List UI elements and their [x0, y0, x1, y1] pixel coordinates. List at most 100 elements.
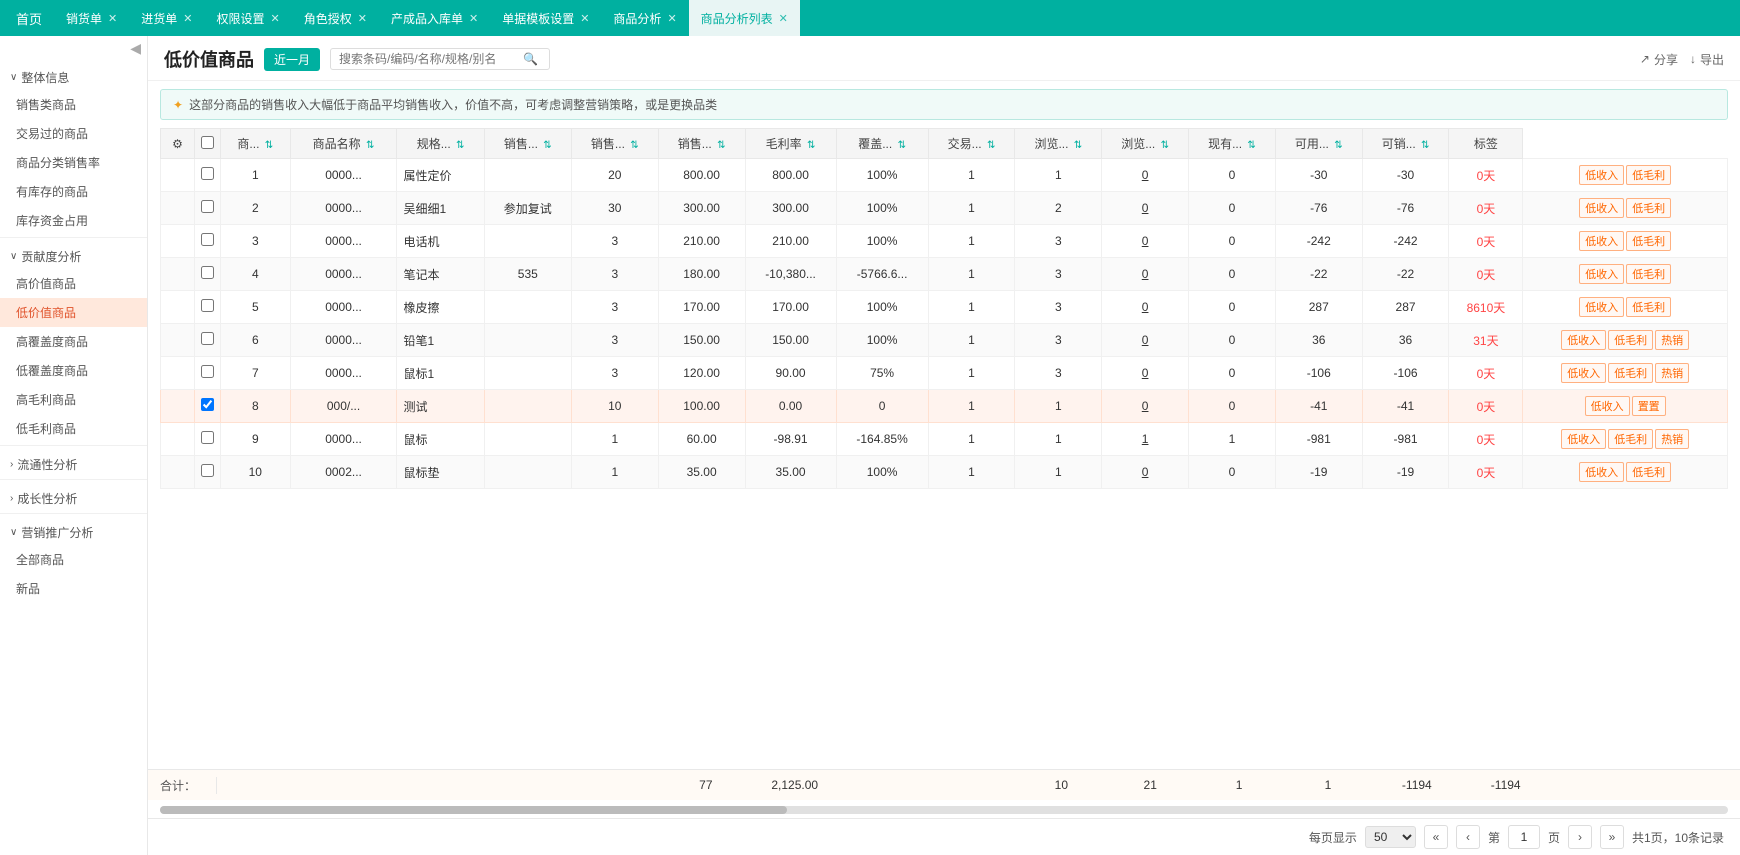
last-page-btn[interactable]: »	[1600, 825, 1624, 849]
view1-link[interactable]: 0	[1142, 201, 1149, 215]
sidebar-collapse-btn[interactable]: ◀	[130, 40, 141, 56]
col-name[interactable]: 商品名称 ⇅	[290, 129, 397, 159]
nav-role-close[interactable]: ✕	[358, 12, 367, 25]
sidebar-item-stock-capital[interactable]: 库存资金占用	[0, 206, 147, 235]
first-page-btn[interactable]: «	[1424, 825, 1448, 849]
share-button[interactable]: ↗ 分享	[1640, 51, 1678, 68]
nav-home[interactable]: 首页	[4, 0, 54, 36]
cell-checkbox[interactable]	[194, 225, 220, 258]
row-checkbox[interactable]	[201, 332, 214, 345]
nav-stock-in[interactable]: 产成品入库单 ✕	[379, 0, 490, 36]
col-sellable[interactable]: 可销... ⇅	[1362, 129, 1449, 159]
sidebar-item-category-rate[interactable]: 商品分类销售率	[0, 148, 147, 177]
horizontal-scrollbar[interactable]	[160, 806, 1728, 814]
view1-link[interactable]: 1	[1142, 432, 1149, 446]
cell-checkbox[interactable]	[194, 324, 220, 357]
cell-checkbox[interactable]	[194, 423, 220, 456]
col-coverage[interactable]: 覆盖... ⇅	[836, 129, 928, 159]
view1-link[interactable]: 0	[1142, 399, 1149, 413]
select-all-checkbox[interactable]	[201, 136, 214, 149]
nav-template-close[interactable]: ✕	[580, 12, 589, 25]
view1-link[interactable]: 0	[1142, 366, 1149, 380]
prev-page-btn[interactable]: ‹	[1456, 825, 1480, 849]
view1-link[interactable]: 0	[1142, 234, 1149, 248]
nav-purchase-close[interactable]: ✕	[183, 12, 192, 25]
col-spec[interactable]: 规格... ⇅	[397, 129, 484, 159]
view1-link[interactable]: 0	[1142, 465, 1149, 479]
sidebar-item-all-goods[interactable]: 全部商品	[0, 545, 147, 574]
cell-view1[interactable]: 0	[1102, 225, 1189, 258]
row-checkbox[interactable]	[201, 200, 214, 213]
row-checkbox[interactable]	[201, 464, 214, 477]
nav-analysis-close[interactable]: ✕	[667, 12, 676, 25]
col-profit[interactable]: 销售... ⇅	[658, 129, 745, 159]
cell-view1[interactable]: 0	[1102, 324, 1189, 357]
nav-permission[interactable]: 权限设置 ✕	[204, 0, 291, 36]
row-checkbox[interactable]	[201, 299, 214, 312]
nav-analysis-list-close[interactable]: ✕	[779, 12, 788, 25]
view1-link[interactable]: 0	[1142, 300, 1149, 314]
search-icon[interactable]: 🔍	[523, 52, 538, 66]
next-page-btn[interactable]: ›	[1568, 825, 1592, 849]
cell-checkbox[interactable]	[194, 390, 220, 423]
row-checkbox[interactable]	[201, 233, 214, 246]
sidebar-section-growth[interactable]: › 成长性分析	[0, 482, 147, 511]
col-trade[interactable]: 交易... ⇅	[928, 129, 1015, 159]
export-button[interactable]: ↓ 导出	[1690, 51, 1724, 68]
sidebar-item-sales-goods[interactable]: 销售类商品	[0, 90, 147, 119]
nav-purchase[interactable]: 进货单 ✕	[129, 0, 204, 36]
nav-analysis[interactable]: 商品分析 ✕	[601, 0, 688, 36]
cell-checkbox[interactable]	[194, 192, 220, 225]
nav-sale-close[interactable]: ✕	[108, 12, 117, 25]
cell-view1[interactable]: 0	[1102, 258, 1189, 291]
nav-permission-close[interactable]: ✕	[271, 12, 280, 25]
row-checkbox[interactable]	[201, 398, 214, 411]
sidebar-item-in-stock[interactable]: 有库存的商品	[0, 177, 147, 206]
cell-view1[interactable]: 0	[1102, 291, 1189, 324]
nav-analysis-list[interactable]: 商品分析列表 ✕	[689, 0, 800, 36]
sidebar-section-flow[interactable]: › 流通性分析	[0, 448, 147, 477]
view1-link[interactable]: 0	[1142, 267, 1149, 281]
col-code[interactable]: 商... ⇅	[220, 129, 290, 159]
col-amount[interactable]: 销售... ⇅	[571, 129, 658, 159]
col-qty[interactable]: 销售... ⇅	[484, 129, 571, 159]
view1-link[interactable]: 0	[1142, 333, 1149, 347]
sidebar-item-traded-goods[interactable]: 交易过的商品	[0, 119, 147, 148]
cell-view1[interactable]: 0	[1102, 357, 1189, 390]
col-margin[interactable]: 毛利率 ⇅	[745, 129, 836, 159]
nav-sale[interactable]: 销货单 ✕	[54, 0, 129, 36]
cell-checkbox[interactable]	[194, 357, 220, 390]
row-checkbox[interactable]	[201, 365, 214, 378]
current-page-input[interactable]	[1508, 825, 1540, 849]
sidebar-item-high-value[interactable]: 高价值商品	[0, 269, 147, 298]
page-size-select[interactable]: 50 100 200	[1365, 826, 1416, 848]
cell-checkbox[interactable]	[194, 258, 220, 291]
sidebar-item-low-coverage[interactable]: 低覆盖度商品	[0, 356, 147, 385]
cell-view1[interactable]: 0	[1102, 192, 1189, 225]
col-checkbox[interactable]	[194, 129, 220, 159]
nav-stock-in-close[interactable]: ✕	[469, 12, 478, 25]
col-available[interactable]: 可用... ⇅	[1275, 129, 1362, 159]
col-view1[interactable]: 浏览... ⇅	[1015, 129, 1102, 159]
cell-view1[interactable]: 0	[1102, 390, 1189, 423]
cell-view1[interactable]: 1	[1102, 423, 1189, 456]
sidebar-item-low-profit[interactable]: 低毛利商品	[0, 414, 147, 443]
col-settings[interactable]: ⚙	[161, 129, 195, 159]
row-checkbox[interactable]	[201, 167, 214, 180]
cell-checkbox[interactable]	[194, 159, 220, 192]
row-checkbox[interactable]	[201, 431, 214, 444]
sidebar-item-new-goods[interactable]: 新品	[0, 574, 147, 603]
col-view2[interactable]: 浏览... ⇅	[1102, 129, 1189, 159]
view1-link[interactable]: 0	[1142, 168, 1149, 182]
sidebar-item-high-coverage[interactable]: 高覆盖度商品	[0, 327, 147, 356]
sidebar-section-overall[interactable]: ∨ 整体信息	[0, 61, 147, 90]
col-current[interactable]: 现有... ⇅	[1189, 129, 1276, 159]
sidebar-item-high-profit[interactable]: 高毛利商品	[0, 385, 147, 414]
period-button[interactable]: 近一月	[264, 48, 320, 71]
cell-view1[interactable]: 0	[1102, 159, 1189, 192]
nav-role[interactable]: 角色授权 ✕	[292, 0, 379, 36]
cell-view1[interactable]: 0	[1102, 456, 1189, 489]
sidebar-section-marketing[interactable]: ∨ 营销推广分析	[0, 516, 147, 545]
row-checkbox[interactable]	[201, 266, 214, 279]
sidebar-section-contribution[interactable]: ∨ 贡献度分析	[0, 240, 147, 269]
